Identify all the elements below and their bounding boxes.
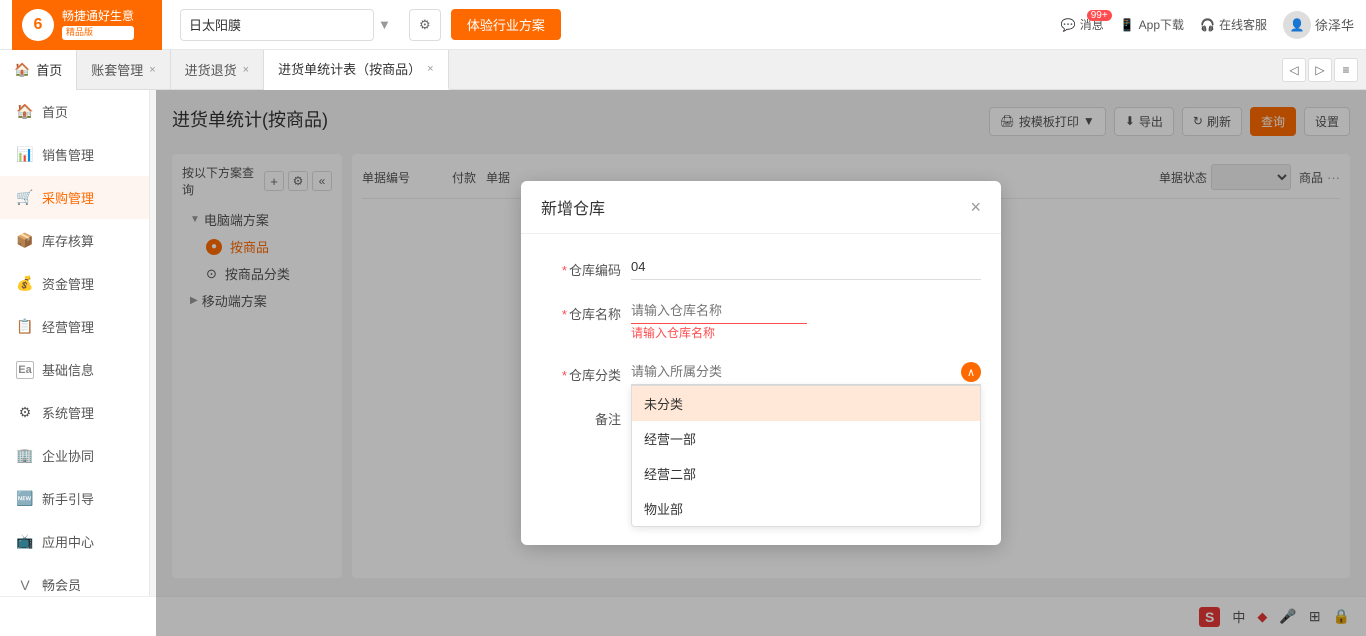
sidebar-item-home[interactable]: 🏠 首页 [0, 90, 149, 133]
dialog-header: 新增仓库 × [521, 181, 1001, 234]
customer-service-item[interactable]: 🎧 在线客服 [1200, 16, 1267, 33]
sales-nav-icon: 📊 [16, 146, 34, 164]
home-nav-icon: 🏠 [16, 103, 34, 121]
tab-menu-button[interactable]: ≡ [1334, 58, 1358, 82]
avatar: 👤 [1283, 11, 1311, 39]
name-label: 仓库名称 [541, 298, 631, 324]
name-input[interactable] [631, 298, 807, 324]
dropdown-list: 未分类 经营一部 经营二部 物业部 [631, 385, 981, 527]
tab-purchase-stats[interactable]: 进货单统计表（按商品） × [264, 50, 448, 90]
top-right-area: 💬 消息 99+ 📱 App下载 🎧 在线客服 👤 徐泽华 [1061, 11, 1354, 39]
home-icon: 🏠 [14, 62, 30, 78]
sidebar-item-apps[interactable]: 📺 应用中心 [0, 520, 149, 563]
tab-close-stats[interactable]: × [427, 63, 433, 75]
logo-area: 6 畅捷通好生意 精品版 [12, 0, 162, 50]
inventory-nav-icon: 📦 [16, 232, 34, 250]
purchase-nav-icon: 🛒 [16, 189, 34, 207]
dialog-overlay: 新增仓库 × 仓库编码 仓库名称 [156, 90, 1366, 636]
sidebar-item-system[interactable]: ⚙ 系统管理 [0, 391, 149, 434]
app-icon: 📱 [1120, 18, 1135, 32]
name-input-wrap [631, 298, 981, 324]
code-label: 仓库编码 [541, 254, 631, 279]
sidebar-item-newbie[interactable]: 🆕 新手引导 [0, 477, 149, 520]
code-input[interactable] [631, 254, 981, 280]
sidebar-item-inventory[interactable]: 📦 库存核算 [0, 219, 149, 262]
app-label: App下载 [1139, 16, 1184, 33]
category-input[interactable] [631, 359, 981, 385]
sidebar-item-basic[interactable]: Ea 基础信息 [0, 348, 149, 391]
selector-arrow-icon[interactable]: ▼ [378, 17, 391, 32]
form-row-category: 仓库分类 ∧ 未分类 经营一部 经营二部 物业部 [541, 359, 981, 385]
notification-item[interactable]: 💬 消息 99+ [1061, 16, 1104, 33]
newbie-nav-icon: 🆕 [16, 490, 34, 508]
username: 徐泽华 [1315, 15, 1354, 34]
tab-next-button[interactable]: ▷ [1308, 58, 1332, 82]
tab-bar: 🏠 首页 账套管理 × 进货退货 × 进货单统计表（按商品） × ◁ ▷ ≡ [0, 50, 1366, 90]
logo-text: 畅捷通好生意 精品版 [62, 9, 134, 40]
service-label: 在线客服 [1219, 16, 1267, 33]
tab-accounts[interactable]: 账套管理 × [77, 50, 170, 90]
dropdown-option-1[interactable]: 经营一部 [632, 421, 980, 456]
finance-nav-icon: 💰 [16, 275, 34, 293]
sidebar-item-sales[interactable]: 📊 销售管理 [0, 133, 149, 176]
name-error-msg: 请输入仓库名称 [631, 326, 715, 340]
tab-close-return[interactable]: × [243, 64, 249, 76]
gear-button[interactable]: ⚙ [409, 9, 441, 41]
dropdown-option-3[interactable]: 物业部 [632, 491, 980, 526]
main-layout: 🏠 首页 📊 销售管理 🛒 采购管理 📦 库存核算 💰 资金管理 📋 经营管理 … [0, 90, 1366, 636]
dialog-body: 仓库编码 仓库名称 请输入仓库名称 [521, 234, 1001, 482]
dropdown-toggle-button[interactable]: ∧ [961, 362, 981, 382]
notification-badge: 99+ [1087, 10, 1112, 21]
user-area[interactable]: 👤 徐泽华 [1283, 11, 1354, 39]
form-row-code: 仓库编码 [541, 254, 981, 280]
category-label: 仓库分类 [541, 359, 631, 384]
new-warehouse-dialog: 新增仓库 × 仓库编码 仓库名称 [521, 181, 1001, 545]
operation-nav-icon: 📋 [16, 318, 34, 336]
content-area: 进货单统计(按商品) 🖨 按模板打印 ▼ ⬇ 导出 ↻ 刷新 查询 [156, 90, 1366, 636]
sidebar-item-finance[interactable]: 💰 资金管理 [0, 262, 149, 305]
basic-nav-icon: Ea [16, 361, 34, 379]
sidebar: 🏠 首页 📊 销售管理 🛒 采购管理 📦 库存核算 💰 资金管理 📋 经营管理 … [0, 90, 150, 636]
trial-button[interactable]: 体验行业方案 [451, 9, 561, 40]
tab-home[interactable]: 🏠 首页 [0, 50, 77, 90]
sidebar-item-enterprise[interactable]: 🏢 企业协同 [0, 434, 149, 477]
notes-label: 备注 [541, 403, 631, 428]
dropdown-option-0[interactable]: 未分类 [632, 386, 980, 421]
top-bar: 6 畅捷通好生意 精品版 ▼ ⚙ 体验行业方案 💬 消息 99+ 📱 App下载… [0, 0, 1366, 50]
logo-icon: 6 [22, 9, 54, 41]
member-nav-icon: V [16, 576, 34, 594]
tab-close-accounts[interactable]: × [149, 64, 155, 76]
category-dropdown: ∧ 未分类 经营一部 经营二部 物业部 [631, 359, 981, 385]
store-selector[interactable] [180, 9, 374, 41]
form-row-name: 仓库名称 请输入仓库名称 [541, 298, 981, 341]
sidebar-item-operation[interactable]: 📋 经营管理 [0, 305, 149, 348]
system-nav-icon: ⚙ [16, 404, 34, 422]
message-icon: 💬 [1061, 18, 1076, 32]
selector-area: ▼ [172, 9, 399, 41]
app-download-item[interactable]: 📱 App下载 [1120, 16, 1184, 33]
tab-prev-button[interactable]: ◁ [1282, 58, 1306, 82]
enterprise-nav-icon: 🏢 [16, 447, 34, 465]
dialog-title: 新增仓库 [541, 195, 605, 219]
sidebar-item-purchase[interactable]: 🛒 采购管理 [0, 176, 149, 219]
tab-purchase-return[interactable]: 进货退货 × [171, 50, 264, 90]
tab-actions: ◁ ▷ ≡ [1274, 58, 1366, 82]
dropdown-option-2[interactable]: 经营二部 [632, 456, 980, 491]
apps-nav-icon: 📺 [16, 533, 34, 551]
dialog-close-button[interactable]: × [970, 197, 981, 218]
headset-icon: 🎧 [1200, 18, 1215, 32]
